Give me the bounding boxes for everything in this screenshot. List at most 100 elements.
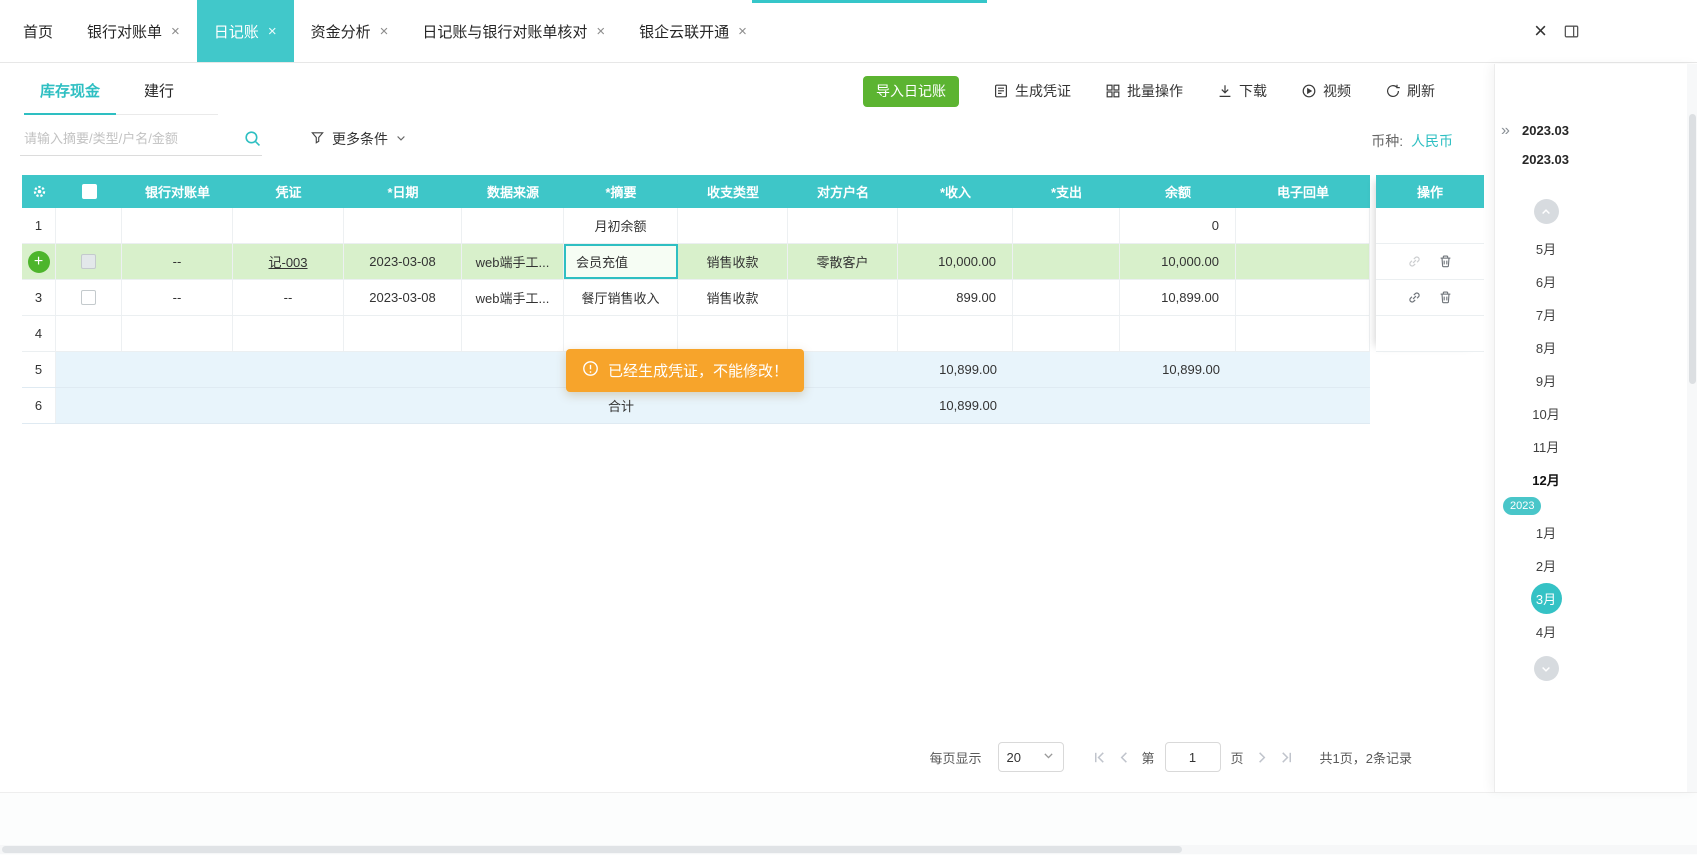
per-page-select[interactable]: 20: [997, 742, 1064, 772]
table-row[interactable]: 1 月初余额 0: [22, 208, 1370, 244]
top-tab[interactable]: 日记账与银行对账单核对 ×: [405, 0, 622, 62]
cell-source: [462, 316, 564, 351]
panel-layout-icon[interactable]: [1563, 23, 1580, 40]
window-icons: ×: [1534, 0, 1697, 62]
cell-income: [898, 208, 1013, 243]
collapse-panel-icon[interactable]: »: [1497, 118, 1514, 144]
row-number: 3: [22, 280, 56, 315]
tab-close-icon[interactable]: ×: [738, 24, 747, 39]
checkbox-cell: [56, 244, 122, 279]
download-icon: [1217, 83, 1233, 99]
tab-close-icon[interactable]: ×: [268, 24, 277, 39]
top-tab[interactable]: 银企云联开通 ×: [622, 0, 764, 62]
search-input[interactable]: [20, 131, 243, 146]
tab-close-icon[interactable]: ×: [171, 24, 180, 39]
cell-type: [678, 316, 788, 351]
vertical-scrollbar-thumb[interactable]: [1689, 114, 1696, 384]
cell-receipt: [1236, 244, 1370, 279]
cell-date: [344, 388, 462, 423]
month-item[interactable]: 5月: [1495, 232, 1597, 265]
last-page-button[interactable]: [1279, 750, 1294, 765]
ops-cell: [1376, 208, 1484, 244]
table-row[interactable]: 3 -- -- 2023-03-08 web端手工... 餐厅销售收入 销售收款 899.00…: [22, 280, 1370, 316]
cell-receipt: [1236, 316, 1370, 351]
prev-page-button[interactable]: [1117, 750, 1132, 765]
scroll-months-down-button[interactable]: [1533, 656, 1559, 682]
page-prefix-label: 第: [1141, 750, 1155, 766]
row-checkbox[interactable]: [81, 290, 96, 305]
link-icon[interactable]: [1407, 290, 1422, 305]
month-item[interactable]: 12月: [1495, 463, 1597, 496]
tab-close-icon[interactable]: ×: [596, 24, 605, 39]
month-item[interactable]: 11月: [1495, 430, 1597, 463]
refresh-button[interactable]: 刷新: [1385, 81, 1435, 101]
column-header: *日期: [387, 185, 419, 200]
cell-voucher: 记-003: [233, 244, 344, 279]
row-number: 1: [22, 208, 56, 243]
batch-operations-button[interactable]: 批量操作: [1105, 81, 1183, 101]
account-tab[interactable]: 库存现金: [24, 68, 117, 115]
currency-selector: 币种: 人民币: [1371, 131, 1453, 151]
download-button[interactable]: 下载: [1217, 81, 1267, 101]
table-row[interactable]: + -- 记-003 2023-03-08 web端手工... 会员充值 销售收款 零散客户 1…: [22, 244, 1370, 280]
month-item[interactable]: 2月: [1495, 549, 1597, 582]
row-number: 6: [22, 388, 56, 423]
cell-summary: 餐厅销售收入: [564, 280, 678, 315]
cell-receipt: [1236, 388, 1370, 423]
close-all-icon[interactable]: ×: [1534, 20, 1547, 42]
per-page-label: 每页显示: [929, 750, 982, 766]
tab-close-icon[interactable]: ×: [380, 24, 389, 39]
first-page-button[interactable]: [1092, 750, 1107, 765]
cell-receipt: [1236, 280, 1370, 315]
month-item[interactable]: 4月: [1495, 615, 1597, 648]
table-row[interactable]: 4: [22, 316, 1370, 352]
import-journal-button[interactable]: 导入日记账: [863, 75, 959, 107]
top-tab[interactable]: 首页: [6, 0, 70, 62]
generate-voucher-button[interactable]: 生成凭证: [993, 81, 1071, 101]
toolbar: 导入日记账 生成凭证 批量操作 下载 视频 刷新: [863, 75, 1435, 107]
cell-voucher: --: [233, 280, 344, 315]
month-item[interactable]: 9月: [1495, 364, 1597, 397]
column-settings-button[interactable]: [22, 175, 56, 208]
top-tab[interactable]: 银行对账单 ×: [70, 0, 197, 62]
warning-exclamation-icon: [582, 360, 599, 381]
next-page-button[interactable]: [1254, 750, 1269, 765]
month-item[interactable]: 7月: [1495, 298, 1597, 331]
table-row[interactable]: 6 合计 10,899.00: [22, 388, 1370, 424]
panel-date[interactable]: 2023.03: [1522, 116, 1569, 145]
delete-icon[interactable]: [1438, 290, 1453, 305]
month-item[interactable]: 10月: [1495, 397, 1597, 430]
tab-label: 日记账与银行对账单核对: [422, 23, 588, 41]
cell-bank: [122, 352, 233, 387]
video-button[interactable]: 视频: [1301, 81, 1351, 101]
horizontal-scrollbar-thumb[interactable]: [2, 846, 1182, 853]
cell-balance: 10,899.00: [1162, 362, 1220, 377]
vertical-scrollbar: [1687, 64, 1697, 792]
currency-value[interactable]: 人民币: [1411, 133, 1453, 149]
month-item[interactable]: 3月: [1495, 582, 1597, 615]
column-header-operations: 操作: [1416, 185, 1443, 200]
panel-date[interactable]: 2023.03: [1522, 145, 1569, 174]
month-item[interactable]: 1月: [1495, 516, 1597, 549]
page-suffix-label: 页: [1230, 750, 1244, 766]
add-row-button[interactable]: +: [27, 250, 50, 273]
cell-source: web端手工...: [462, 280, 564, 315]
row-checkbox[interactable]: [81, 254, 96, 269]
cell-income: 10,899.00: [939, 398, 997, 413]
search-box: [20, 122, 262, 156]
month-item[interactable]: 6月: [1495, 265, 1597, 298]
cell-summary[interactable]: 会员充值: [564, 244, 678, 279]
top-tab[interactable]: 资金分析 ×: [294, 0, 406, 62]
select-all-checkbox[interactable]: [81, 184, 97, 199]
refresh-icon: [1385, 83, 1401, 99]
more-conditions-button[interactable]: 更多条件: [310, 129, 407, 149]
link-icon[interactable]: [1407, 254, 1422, 269]
top-tab[interactable]: 日记账 ×: [196, 0, 294, 62]
delete-icon[interactable]: [1438, 254, 1453, 269]
account-tab[interactable]: 建行: [128, 68, 190, 114]
voucher-link[interactable]: 记-003: [268, 252, 307, 271]
month-item[interactable]: 8月: [1495, 331, 1597, 364]
search-icon[interactable]: [243, 129, 262, 148]
page-number-input[interactable]: 1: [1164, 742, 1221, 772]
scroll-months-up-button[interactable]: [1533, 199, 1559, 224]
